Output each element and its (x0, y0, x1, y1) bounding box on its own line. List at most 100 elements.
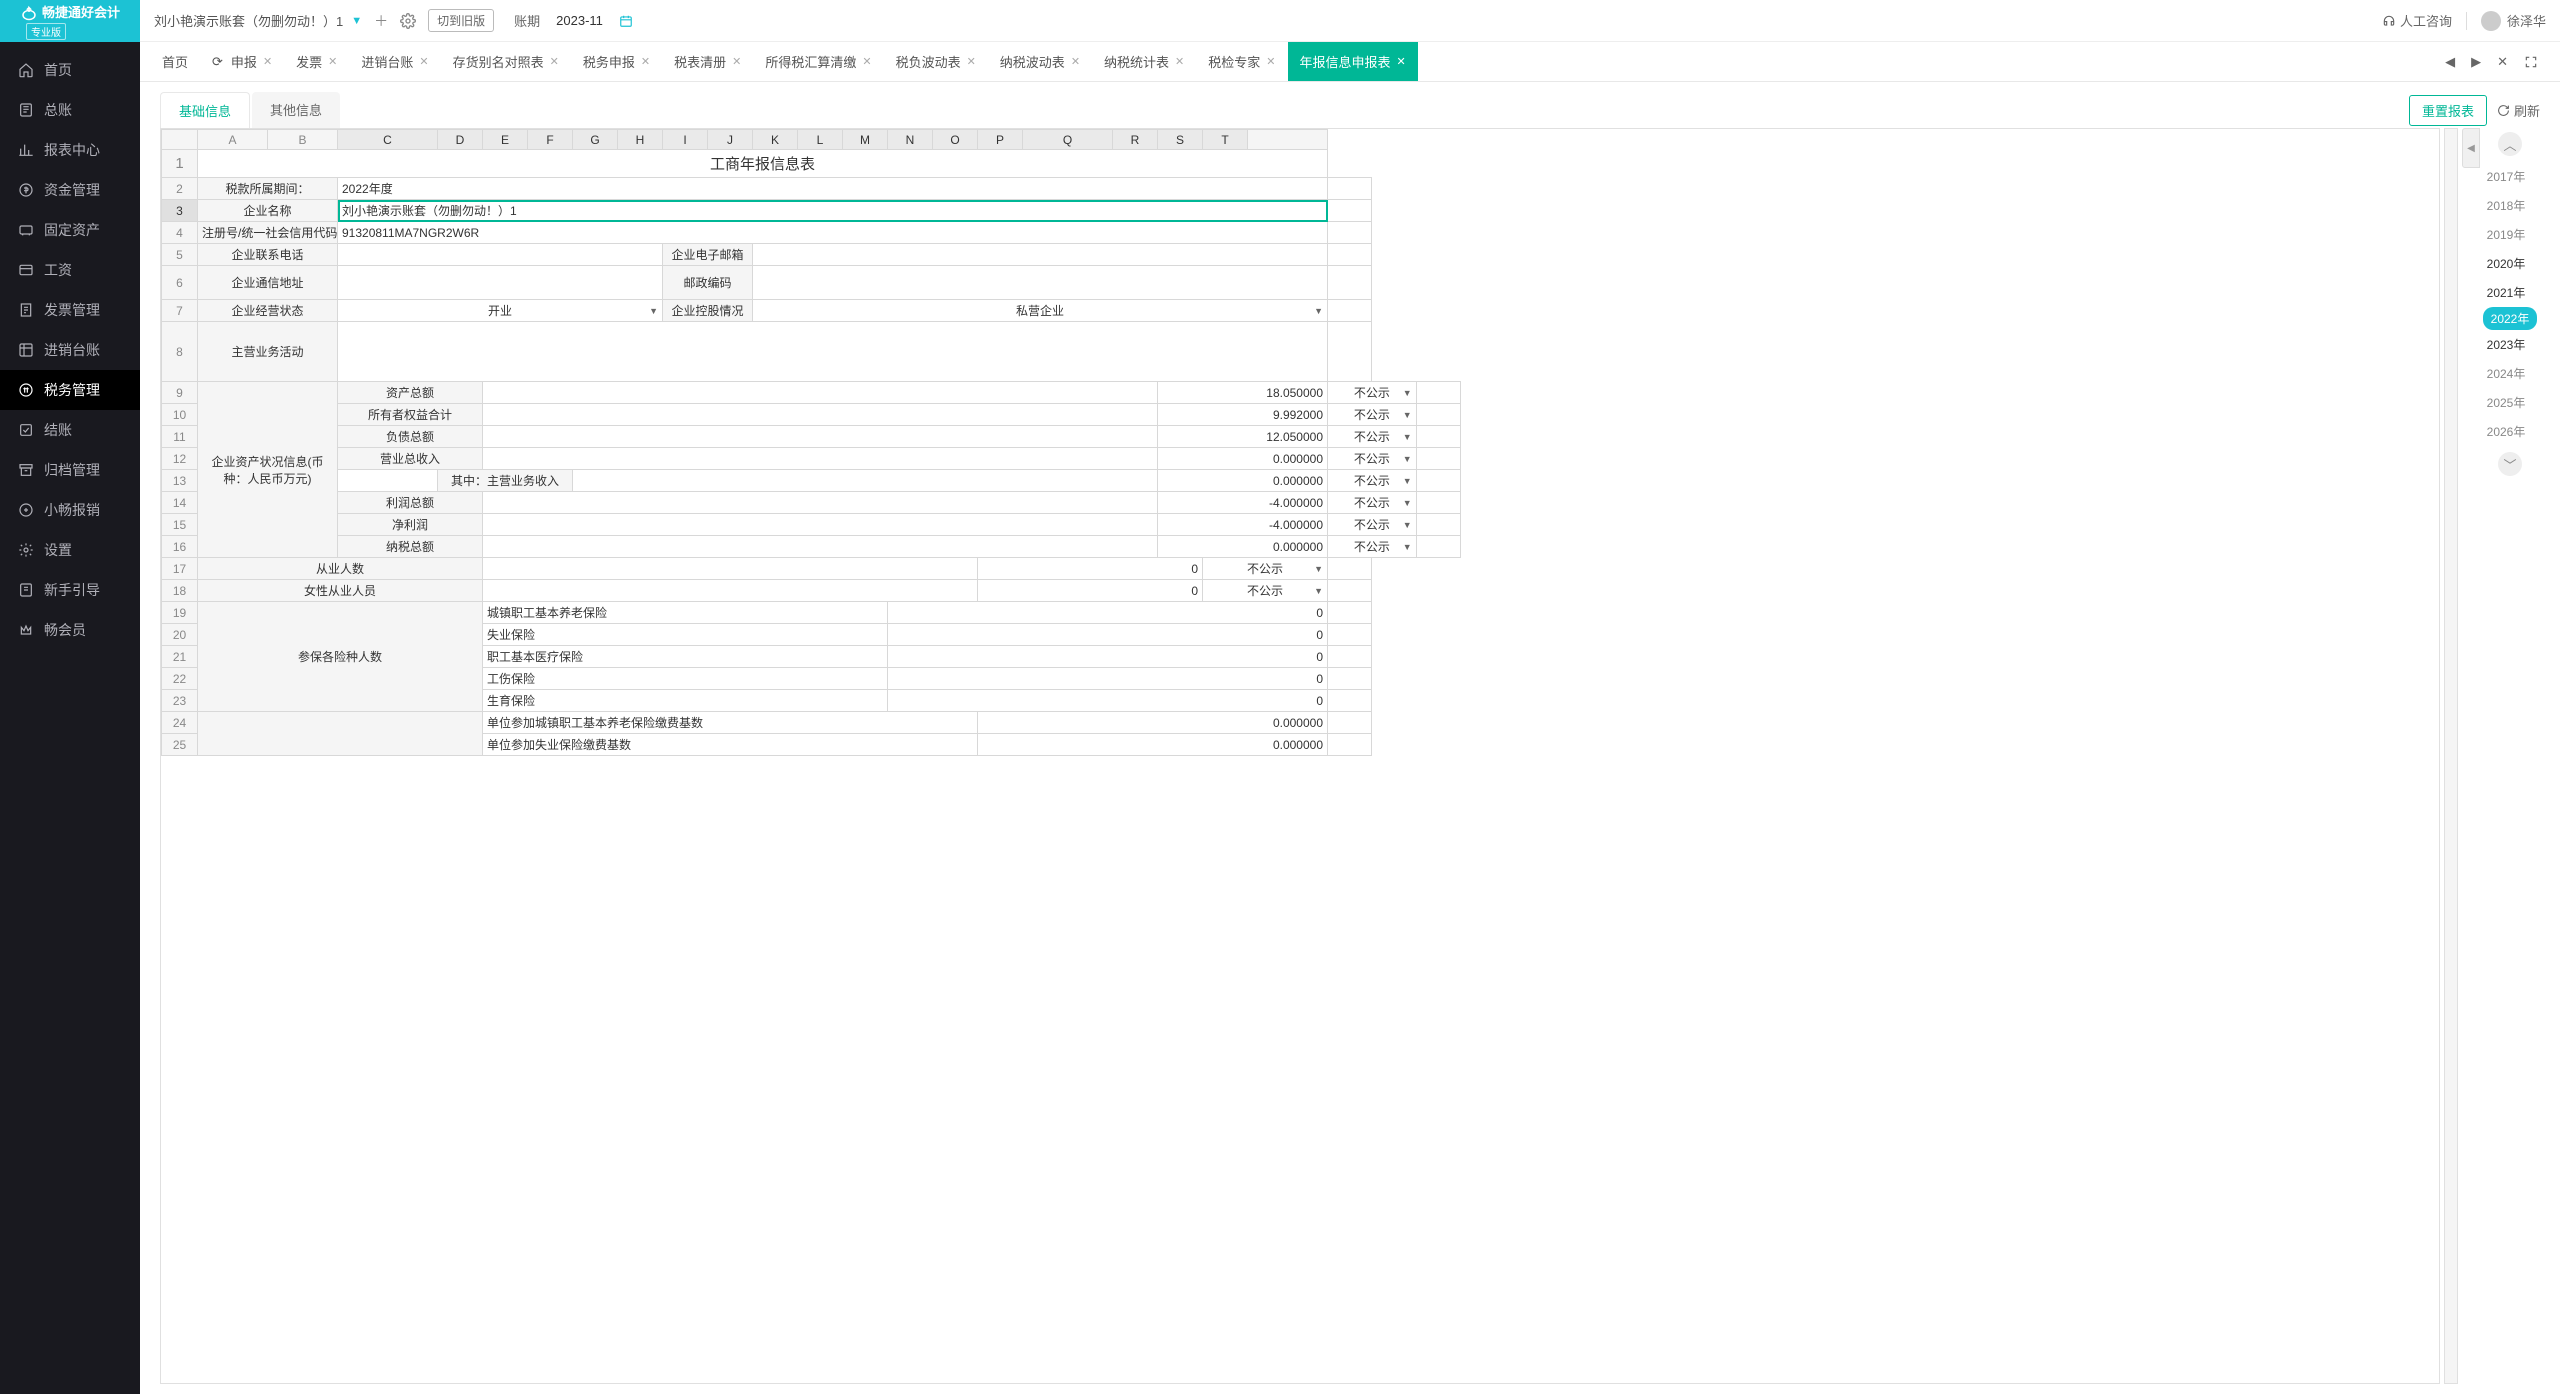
column-header[interactable] (1248, 130, 1328, 150)
gear-icon[interactable] (400, 13, 416, 29)
sidebar-item-archive[interactable]: 归档管理 (0, 450, 140, 490)
sub-tab[interactable]: 其他信息 (252, 92, 340, 128)
value-cell[interactable]: 职工基本医疗保险 (483, 646, 888, 668)
empty-cell[interactable] (338, 322, 1328, 382)
column-header[interactable]: R (1113, 130, 1158, 150)
add-icon[interactable]: ＋ (374, 11, 388, 31)
close-icon[interactable]: ✕ (1175, 55, 1184, 68)
empty-cell[interactable] (483, 580, 978, 602)
value-cell[interactable]: 0.000000 (978, 712, 1328, 734)
dropdown-cell[interactable]: 不公示▼ (1328, 514, 1417, 536)
dropdown-cell[interactable]: 不公示▼ (1328, 492, 1417, 514)
year-item[interactable]: 2022年 (2483, 307, 2538, 330)
close-icon[interactable]: ✕ (263, 55, 272, 68)
value-cell[interactable]: 生育保险 (483, 690, 888, 712)
user-menu[interactable]: 徐泽华 (2481, 11, 2546, 31)
sidebar-item-ledger[interactable]: 总账 (0, 90, 140, 130)
value-cell[interactable]: 91320811MA7NGR2W6R (338, 222, 1328, 244)
close-icon[interactable]: ✕ (328, 55, 337, 68)
value-cell[interactable]: 0 (888, 624, 1328, 646)
close-icon[interactable]: ✕ (641, 55, 650, 68)
column-header[interactable]: G (573, 130, 618, 150)
empty-cell[interactable] (483, 382, 1158, 404)
tab[interactable]: ⟳申报✕ (200, 42, 284, 81)
sidebar-item-stock[interactable]: 进销台账 (0, 330, 140, 370)
row-header[interactable]: 20 (162, 624, 198, 646)
row-header[interactable]: 6 (162, 266, 198, 300)
column-header[interactable]: C (338, 130, 438, 150)
sidebar-item-expense[interactable]: 小畅报销 (0, 490, 140, 530)
column-header[interactable]: K (753, 130, 798, 150)
close-icon[interactable]: ✕ (862, 55, 871, 68)
value-cell[interactable]: 0.000000 (1158, 470, 1328, 492)
close-icon[interactable]: ✕ (550, 55, 559, 68)
value-cell[interactable]: 失业保险 (483, 624, 888, 646)
value-cell[interactable]: 单位参加城镇职工基本养老保险缴费基数 (483, 712, 978, 734)
tab-next-icon[interactable]: ▶ (2467, 50, 2485, 74)
row-header[interactable]: 16 (162, 536, 198, 558)
account-selector[interactable]: 刘小艳演示账套（勿删勿动！）1 ▼ (154, 11, 362, 30)
column-header[interactable]: I (663, 130, 708, 150)
vertical-scrollbar[interactable] (2444, 128, 2458, 1384)
dropdown-cell[interactable]: 不公示▼ (1328, 536, 1417, 558)
dropdown-cell[interactable]: 不公示▼ (1328, 448, 1417, 470)
column-header[interactable] (162, 130, 198, 150)
empty-cell[interactable] (1416, 492, 1460, 514)
year-item[interactable]: 2017年 (2483, 162, 2538, 191)
empty-cell[interactable] (1328, 322, 1372, 382)
empty-cell[interactable] (338, 470, 438, 492)
row-header[interactable]: 22 (162, 668, 198, 690)
empty-cell[interactable] (1328, 712, 1372, 734)
column-header[interactable]: J (708, 130, 753, 150)
tab[interactable]: 年报信息申报表✕ (1288, 42, 1418, 81)
column-header[interactable]: P (978, 130, 1023, 150)
tab[interactable]: 首页 (150, 42, 200, 81)
row-header[interactable]: 9 (162, 382, 198, 404)
row-header[interactable]: 1 (162, 150, 198, 178)
horizontal-scrollbar[interactable] (161, 1367, 2439, 1383)
empty-cell[interactable] (753, 266, 1328, 300)
row-header[interactable]: 21 (162, 646, 198, 668)
row-header[interactable]: 13 (162, 470, 198, 492)
row-header[interactable]: 10 (162, 404, 198, 426)
row-header[interactable]: 15 (162, 514, 198, 536)
row-header[interactable]: 19 (162, 602, 198, 624)
period-value[interactable]: 2023-11 (556, 13, 603, 28)
empty-cell[interactable] (1416, 448, 1460, 470)
year-item[interactable]: 2019年 (2483, 220, 2538, 249)
row-header[interactable]: 3 (162, 200, 198, 222)
close-icon[interactable]: ✕ (1071, 55, 1080, 68)
sidebar-item-asset[interactable]: 固定资产 (0, 210, 140, 250)
tab-close-all-icon[interactable]: ✕ (2493, 50, 2512, 74)
empty-cell[interactable] (753, 244, 1328, 266)
empty-cell[interactable] (1328, 624, 1372, 646)
spreadsheet[interactable]: ABCDEFGHIJKLMNOPQRST1工商年报信息表2税款所属期间：2022… (160, 128, 2440, 1384)
empty-cell[interactable] (1416, 514, 1460, 536)
empty-cell[interactable] (1328, 668, 1372, 690)
empty-cell[interactable] (1328, 266, 1372, 300)
row-header[interactable]: 18 (162, 580, 198, 602)
tab[interactable]: 纳税波动表✕ (988, 42, 1092, 81)
empty-cell[interactable] (483, 426, 1158, 448)
empty-cell[interactable] (1328, 690, 1372, 712)
sidebar-item-guide[interactable]: 新手引导 (0, 570, 140, 610)
tab[interactable]: 所得税汇算清缴✕ (753, 42, 883, 81)
empty-cell[interactable] (1328, 558, 1372, 580)
empty-cell[interactable] (338, 244, 663, 266)
sidebar-item-tax[interactable]: 税务管理 (0, 370, 140, 410)
empty-cell[interactable] (483, 448, 1158, 470)
sidebar-item-settings[interactable]: 设置 (0, 530, 140, 570)
tab[interactable]: 税检专家✕ (1196, 42, 1287, 81)
dropdown-cell[interactable]: 不公示▼ (1328, 382, 1417, 404)
tab-prev-icon[interactable]: ◀ (2441, 50, 2459, 74)
column-header[interactable]: N (888, 130, 933, 150)
value-cell[interactable]: -4.000000 (1158, 492, 1328, 514)
tab[interactable]: 税务申报✕ (571, 42, 662, 81)
empty-cell[interactable] (483, 536, 1158, 558)
value-cell[interactable]: 单位参加失业保险缴费基数 (483, 734, 978, 756)
tab[interactable]: 税负波动表✕ (884, 42, 988, 81)
column-header[interactable]: H (618, 130, 663, 150)
year-item[interactable]: 2025年 (2483, 388, 2538, 417)
empty-cell[interactable] (1328, 580, 1372, 602)
sub-tab[interactable]: 基础信息 (160, 92, 250, 128)
